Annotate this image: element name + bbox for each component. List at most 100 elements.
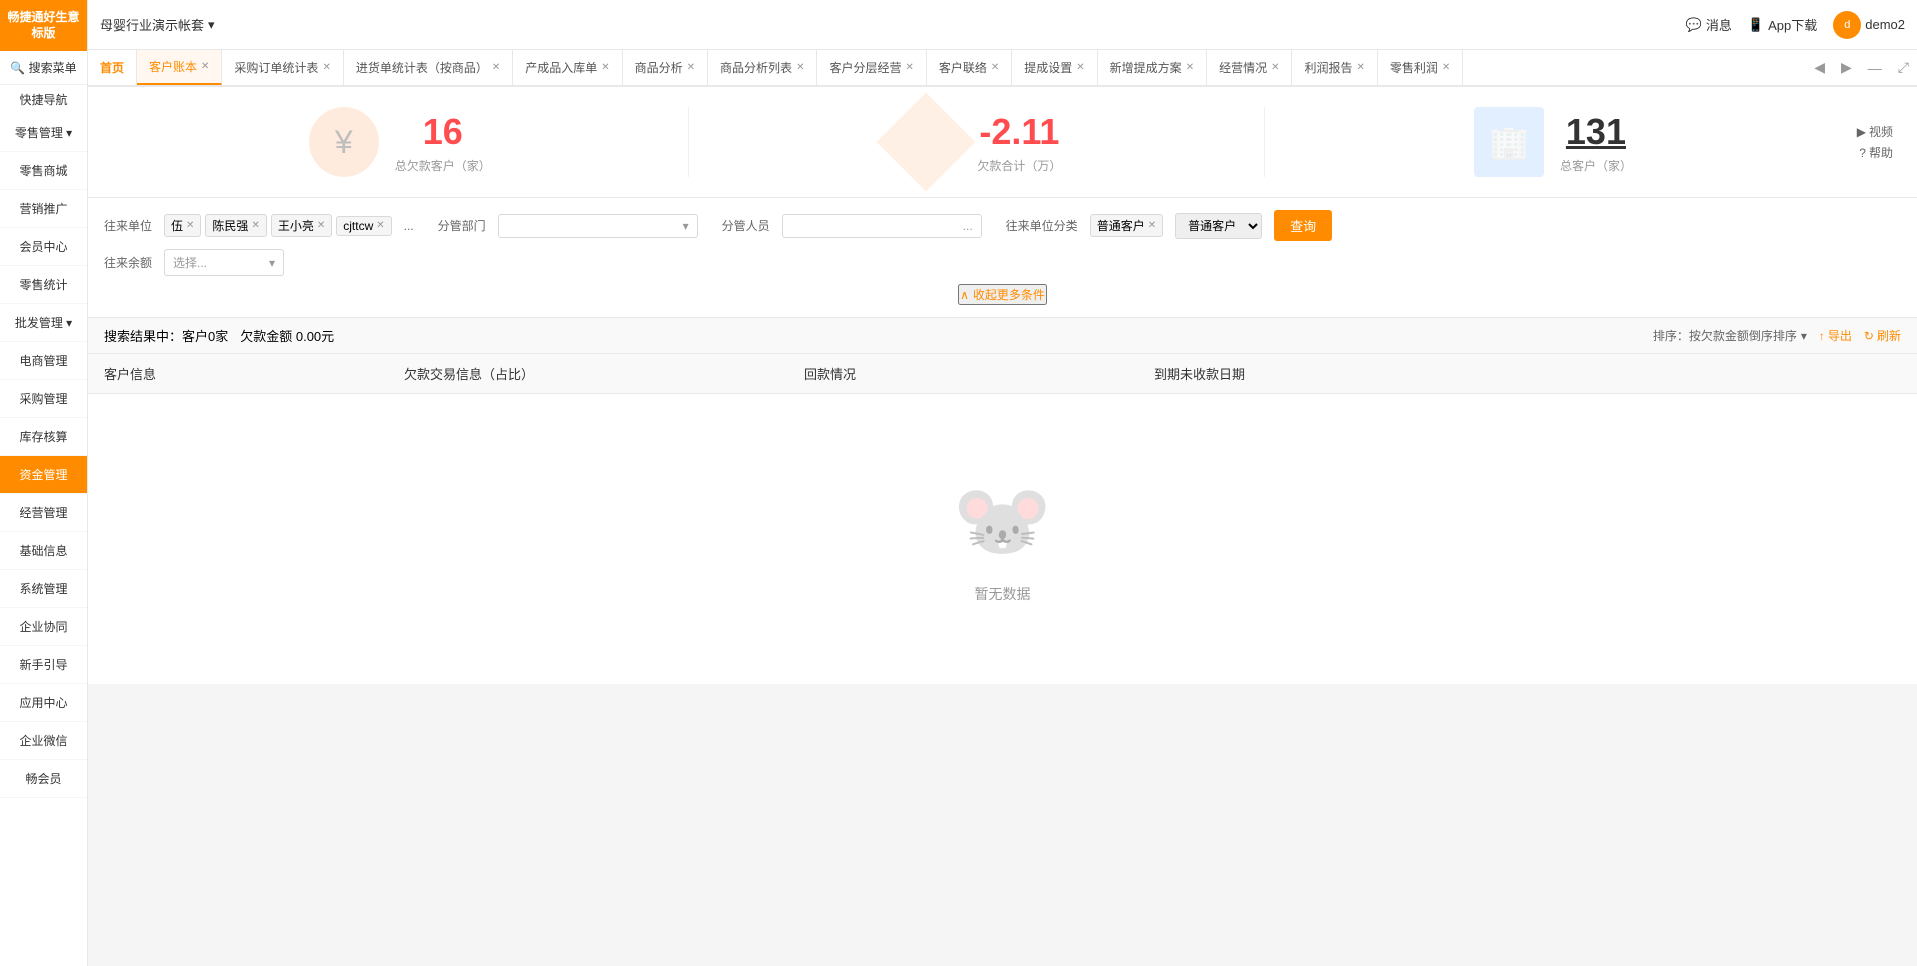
- nav-tab-customer-segmentation[interactable]: 客户分层经营✕: [817, 50, 926, 85]
- person-filter-select[interactable]: ...: [782, 214, 982, 238]
- close-tab-business-status[interactable]: ✕: [1271, 62, 1279, 73]
- nav-tab-profit-report[interactable]: 利润报告✕: [1292, 50, 1377, 85]
- nav-tab-customer-contact[interactable]: 客户联络✕: [927, 50, 1012, 85]
- results-amount-text: 欠款金额 0.00元: [240, 326, 334, 345]
- sidebar-item-app-center[interactable]: 应用中心: [0, 684, 87, 722]
- results-bar: 搜索结果中：客户0家 欠款金额 0.00元 排序：按欠款金额倒序排序 ▾ ↑ 导…: [88, 318, 1917, 354]
- stat-icon-credit-amount: [877, 93, 976, 192]
- close-tab-purchase-order-stats[interactable]: ✕: [322, 62, 330, 73]
- remove-unit-tag-陈民强[interactable]: ✕: [251, 220, 259, 231]
- sidebar-quick-nav[interactable]: 快捷导航: [0, 85, 87, 114]
- nav-tab-proposal-settings[interactable]: 提成设置 ✕: [1012, 50, 1097, 85]
- close-tab-product-analysis-list[interactable]: ✕: [796, 62, 804, 73]
- results-info-section: 搜索结果中：客户0家 欠款金额 0.00元: [104, 326, 334, 345]
- collapse-btn[interactable]: ∧ 收起更多条件: [958, 284, 1047, 305]
- unit-class-select[interactable]: 普通客户: [1175, 213, 1262, 239]
- nav-tab-product-analysis-list[interactable]: 商品分析列表✕: [708, 50, 817, 85]
- collapse-icon: ∧: [960, 288, 969, 302]
- nav-tab-purchase-order-stats[interactable]: 采购订单统计表✕: [222, 50, 343, 85]
- help-btn[interactable]: ? 帮助: [1859, 144, 1893, 161]
- sidebar-item-capital-mgmt[interactable]: 资金管理: [0, 456, 87, 494]
- sidebar-item-free-member[interactable]: 畅会员: [0, 760, 87, 798]
- balance-filter-select[interactable]: 选择... ▾: [164, 249, 284, 276]
- sidebar-item-enterprise-coop[interactable]: 企业协同: [0, 608, 87, 646]
- tabs-maximize[interactable]: ⤢: [1890, 55, 1917, 80]
- sidebar-search[interactable]: 🔍 搜索菜单: [0, 51, 87, 85]
- results-actions: 排序：按欠款金额倒序排序 ▾ ↑ 导出 ↻ 刷新: [1653, 327, 1901, 344]
- sidebar-item-wholesale-mgmt[interactable]: 批发管理 ▾: [0, 304, 87, 342]
- tabs-scroll-right[interactable]: ▶: [1833, 55, 1860, 80]
- sidebar-item-new-guide[interactable]: 新手引导: [0, 646, 87, 684]
- sidebar-search-label: 搜索菜单: [29, 61, 77, 75]
- nav-tab-customer-ledger[interactable]: 客户账本✕: [137, 50, 222, 85]
- col-credit-info: 欠款交易信息（占比）: [404, 364, 804, 383]
- close-tab-retail-profit[interactable]: ✕: [1442, 62, 1450, 73]
- tabs-minimize[interactable]: —: [1860, 56, 1890, 80]
- close-tab-cost-instock[interactable]: ✕: [601, 62, 609, 73]
- messages-btn[interactable]: 💬 消息: [1686, 15, 1732, 34]
- stat-total-customers-value[interactable]: 131: [1566, 111, 1626, 153]
- sidebar-item-operations[interactable]: 经营管理: [0, 494, 87, 532]
- sidebar-item-purchase-mgmt[interactable]: 采购管理: [0, 380, 87, 418]
- person-more-icon: ...: [963, 219, 973, 233]
- sidebar-item-retail-mall[interactable]: 零售商城: [0, 152, 87, 190]
- close-tab-customer-ledger[interactable]: ✕: [201, 61, 209, 72]
- close-tab-inventory-stats[interactable]: ✕: [492, 62, 500, 73]
- sidebar-item-inventory[interactable]: 库存核算: [0, 418, 87, 456]
- remove-unit-tag-cjttcw[interactable]: ✕: [376, 220, 384, 231]
- sidebar-item-retail-mgmt[interactable]: 零售管理 ▾: [0, 114, 87, 152]
- sidebar-item-system-mgmt[interactable]: 系统管理: [0, 570, 87, 608]
- close-tab-proposal-settings[interactable]: ✕: [1076, 62, 1084, 73]
- filter-row-2: 往来余额 选择... ▾: [104, 249, 1901, 276]
- remove-unit-class-tag-普通客户[interactable]: ✕: [1148, 220, 1156, 231]
- avatar-initial: d: [1844, 19, 1850, 31]
- query-button[interactable]: 查询: [1274, 210, 1332, 241]
- nav-tab-product-analysis[interactable]: 商品分析✕: [623, 50, 708, 85]
- close-tab-profit-report[interactable]: ✕: [1357, 62, 1365, 73]
- sort-selector[interactable]: 排序：按欠款金额倒序排序 ▾: [1653, 327, 1807, 344]
- stat-credit-amount-value: -2.11: [979, 111, 1059, 153]
- close-tab-new-proposal[interactable]: ✕: [1186, 62, 1194, 73]
- nav-tab-label-new-proposal: 新增提成方案: [1110, 59, 1182, 76]
- col-due-date: 到期未收款日期: [1154, 364, 1901, 383]
- nav-tab-label-proposal-settings: 提成设置: [1024, 59, 1072, 76]
- nav-tab-new-proposal[interactable]: 新增提成方案 ✕: [1098, 50, 1207, 85]
- stat-credit-customers: 16 总欠款客户（家）: [395, 111, 491, 174]
- dept-filter-select[interactable]: ▾: [498, 214, 698, 238]
- sidebar-item-retail-stats[interactable]: 零售统计: [0, 266, 87, 304]
- export-btn[interactable]: ↑ 导出: [1819, 327, 1852, 344]
- close-tab-product-analysis[interactable]: ✕: [687, 62, 695, 73]
- nav-tab-home[interactable]: 首页: [88, 50, 137, 85]
- nav-tabs-actions: ◀ ▶ — ⤢: [1806, 55, 1917, 80]
- remove-unit-tag-伍[interactable]: ✕: [186, 220, 194, 231]
- stat-credit-amount: -2.11 欠款合计（万）: [977, 111, 1061, 174]
- balance-filter-label: 往来余额: [104, 254, 152, 271]
- sidebar-item-basic-info[interactable]: 基础信息: [0, 532, 87, 570]
- sidebar-item-enterprise-wechat[interactable]: 企业微信: [0, 722, 87, 760]
- app-download-btn[interactable]: 📱 App下载: [1748, 15, 1817, 34]
- nav-tab-retail-profit[interactable]: 零售利润✕: [1378, 50, 1463, 85]
- video-btn[interactable]: ▶ 视频: [1857, 123, 1893, 140]
- nav-tab-inventory-stats[interactable]: 进货单统计表（按商品） ✕: [344, 50, 513, 85]
- sidebar-item-ecommerce[interactable]: 电商管理: [0, 342, 87, 380]
- remove-unit-tag-王小亮[interactable]: ✕: [317, 220, 325, 231]
- tabs-scroll-left[interactable]: ◀: [1806, 55, 1833, 80]
- user-menu[interactable]: d demo2: [1833, 11, 1905, 39]
- account-selector[interactable]: 母婴行业演示帐套 ▾: [100, 15, 215, 34]
- message-icon: 💬: [1686, 17, 1702, 33]
- stat-credit-customers-value: 16: [423, 111, 463, 153]
- unit-filter-label: 往来单位: [104, 217, 152, 234]
- sidebar-item-members[interactable]: 会员中心: [0, 228, 87, 266]
- stat-icon-credit-customers: ¥: [309, 107, 379, 177]
- unit-tags-more-btn[interactable]: ...: [404, 219, 414, 233]
- close-tab-customer-contact[interactable]: ✕: [991, 62, 999, 73]
- nav-tab-label-inventory-stats: 进货单统计表（按商品）: [356, 59, 488, 76]
- video-help-section: ▶ 视频 ? 帮助: [1841, 123, 1893, 161]
- sidebar-item-marketing[interactable]: 营销推广: [0, 190, 87, 228]
- col-repayment: 回款情况: [804, 364, 1154, 383]
- refresh-btn[interactable]: ↻ 刷新: [1864, 327, 1901, 344]
- close-tab-customer-segmentation[interactable]: ✕: [905, 62, 913, 73]
- nav-tab-business-status[interactable]: 经营情况✕: [1207, 50, 1292, 85]
- dept-dropdown-arrow: ▾: [683, 219, 689, 233]
- nav-tab-cost-instock[interactable]: 产成品入库单✕: [513, 50, 622, 85]
